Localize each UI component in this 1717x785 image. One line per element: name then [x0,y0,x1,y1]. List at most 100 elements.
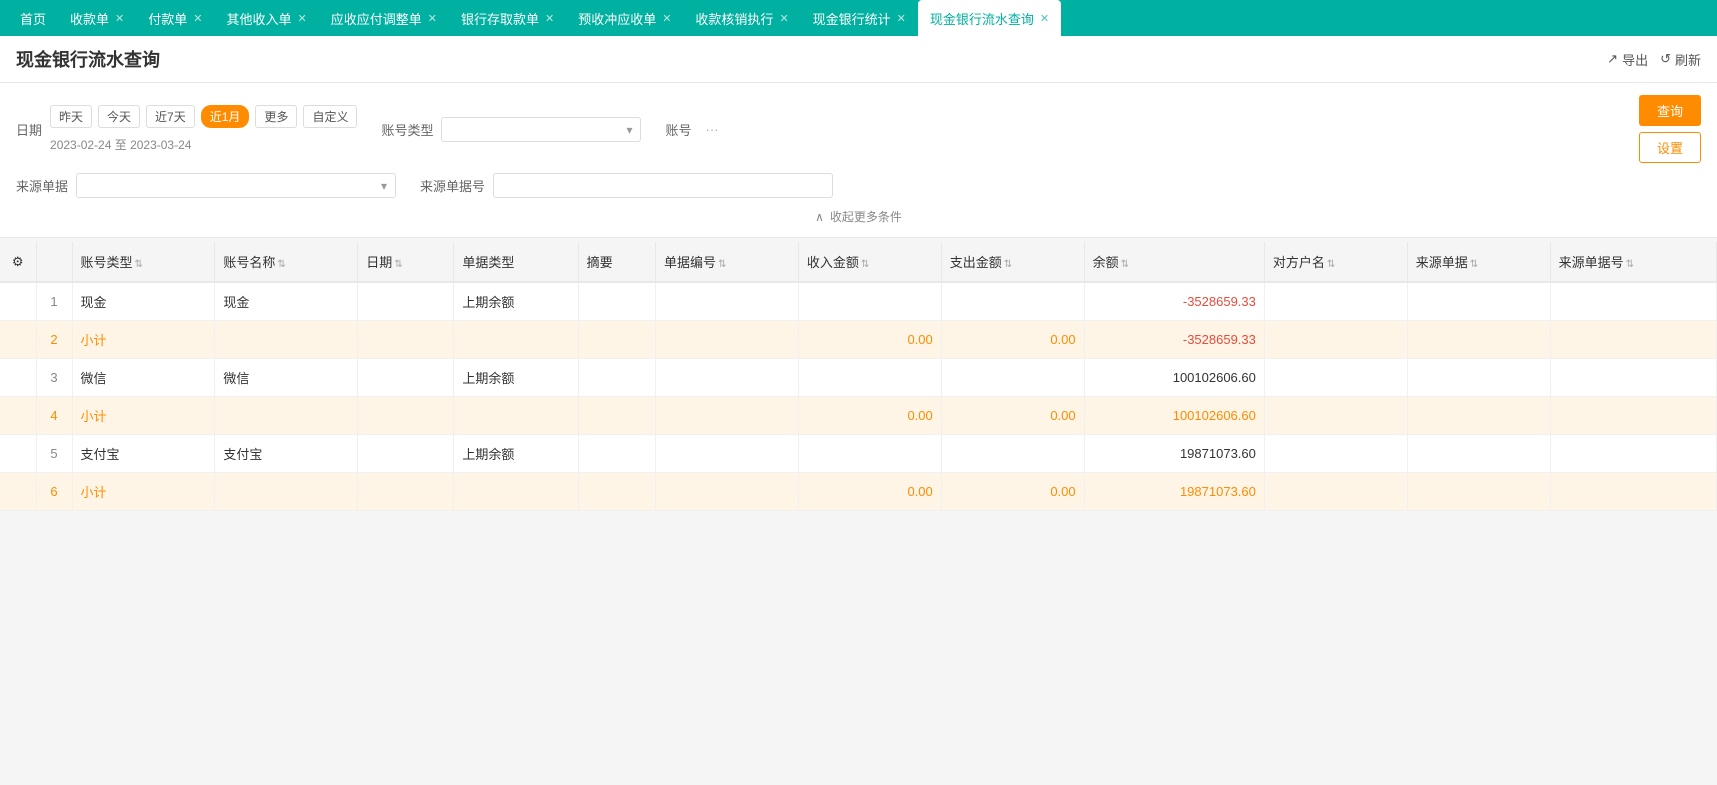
refresh-icon: ↺ [1660,51,1671,67]
close-icon[interactable]: ✕ [115,12,124,25]
sort-icon: ⇅ [861,259,869,270]
close-icon[interactable]: ✕ [298,12,307,25]
cell-doc_no [655,435,798,473]
nav-tab-预收冲应收单[interactable]: 预收冲应收单✕ [566,0,683,36]
col-header-income[interactable]: 收入金额⇅ [798,242,941,282]
col-header-date[interactable]: 日期⇅ [358,242,454,282]
col-header-doc_no[interactable]: 单据编号⇅ [655,242,798,282]
cell-income [798,359,941,397]
nav-tab-应收应付调整单[interactable]: 应收应付调整单✕ [319,0,449,36]
cell-date [358,321,454,359]
date-options: 昨天今天近7天近1月更多自定义 [50,105,357,128]
close-icon[interactable]: ✕ [428,12,437,25]
close-icon[interactable]: ✕ [545,12,554,25]
table-row: 6小计0.000.0019871073.60 [0,473,1717,511]
col-header-account_type[interactable]: 账号类型⇅ [72,242,215,282]
close-icon[interactable]: ✕ [897,12,906,25]
date-option-今天[interactable]: 今天 [98,105,140,128]
cell-date [358,359,454,397]
cell-counterpart [1264,359,1407,397]
cell-account_type: 现金 [72,282,215,321]
close-icon[interactable]: ✕ [1040,12,1049,25]
col-header-balance[interactable]: 余额⇅ [1084,242,1264,282]
col-header-source_doc[interactable]: 来源单据⇅ [1407,242,1550,282]
cell-doc_type [454,473,578,511]
collapse-button[interactable]: 收起更多条件 [815,208,902,225]
col-header-expense[interactable]: 支出金额⇅ [941,242,1084,282]
cell-gear [0,321,36,359]
cell-expense: 0.00 [941,321,1084,359]
data-table: ⚙账号类型⇅账号名称⇅日期⇅单据类型摘要单据编号⇅收入金额⇅支出金额⇅余额⇅对方… [0,242,1717,511]
close-icon[interactable]: ✕ [193,12,202,25]
cell-doc_type [454,321,578,359]
filter-row-2: 来源单据 来源单据号 [16,173,1701,198]
sort-icon: ⇅ [394,259,402,270]
cell-income: 0.00 [798,321,941,359]
cell-account_type: 小计 [72,473,215,511]
cell-expense [941,282,1084,321]
cell-doc_no [655,359,798,397]
cell-account_name: 现金 [215,282,358,321]
cell-balance: 100102606.60 [1084,359,1264,397]
cell-source_doc [1407,321,1550,359]
cell-counterpart [1264,397,1407,435]
cell-balance: -3528659.33 [1084,282,1264,321]
cell-account_name: 微信 [215,359,358,397]
cell-expense [941,435,1084,473]
cell-account_type: 微信 [72,359,215,397]
cell-date [358,397,454,435]
nav-tab-银行存取款单[interactable]: 银行存取款单✕ [449,0,566,36]
sort-icon: ⇅ [277,259,285,270]
cell-account_name [215,473,358,511]
nav-home[interactable]: 首页 [8,0,58,36]
export-icon: ↗ [1607,51,1618,67]
date-option-近1月[interactable]: 近1月 [201,105,250,128]
col-header-counterpart[interactable]: 对方户名⇅ [1264,242,1407,282]
cell-balance: -3528659.33 [1084,321,1264,359]
query-button[interactable]: 查询 [1639,95,1701,126]
date-option-近7天[interactable]: 近7天 [146,105,195,128]
nav-tab-现金银行统计[interactable]: 现金银行统计✕ [801,0,918,36]
sort-icon: ⇅ [135,259,143,270]
filter-row-1: 日期 昨天今天近7天近1月更多自定义 2023-02-24 至 2023-03-… [16,95,1701,163]
col-header-doc_type: 单据类型 [454,242,578,282]
nav-tab-付款单[interactable]: 付款单✕ [136,0,214,36]
date-option-昨天[interactable]: 昨天 [50,105,92,128]
settings-button[interactable]: 设置 [1639,132,1701,163]
col-header-source_doc_no[interactable]: 来源单据号⇅ [1550,242,1716,282]
right-controls: 查询 设置 [1639,95,1701,163]
table-row: 1现金现金上期余额-3528659.33 [0,282,1717,321]
nav-tab-现金银行流水查询[interactable]: 现金银行流水查询✕ [918,0,1061,36]
cell-summary [578,473,655,511]
source-doc-select[interactable] [76,173,396,198]
account-dots[interactable]: ··· [699,120,724,139]
export-button[interactable]: ↗ 导出 [1607,50,1648,69]
cell-num: 2 [36,321,72,359]
cell-balance: 19871073.60 [1084,473,1264,511]
source-doc-num-input[interactable] [493,173,833,198]
gear-icon[interactable]: ⚙ [12,254,24,269]
nav-tab-其他收入单[interactable]: 其他收入单✕ [214,0,318,36]
date-section: 昨天今天近7天近1月更多自定义 2023-02-24 至 2023-03-24 [50,105,357,153]
cell-account_name [215,397,358,435]
cell-source_doc_no [1550,282,1716,321]
chevron-down-icon [381,178,387,193]
date-option-更多[interactable]: 更多 [255,105,297,128]
cell-doc_type: 上期余额 [454,435,578,473]
cell-source_doc_no [1550,435,1716,473]
close-icon[interactable]: ✕ [779,12,788,25]
date-filter-item: 日期 昨天今天近7天近1月更多自定义 2023-02-24 至 2023-03-… [16,105,357,153]
cell-source_doc [1407,282,1550,321]
close-icon[interactable]: ✕ [662,12,671,25]
top-nav: 首页 收款单✕付款单✕其他收入单✕应收应付调整单✕银行存取款单✕预收冲应收单✕收… [0,0,1717,36]
refresh-button[interactable]: ↺ 刷新 [1660,50,1701,69]
cell-doc_no [655,321,798,359]
col-header-account_name[interactable]: 账号名称⇅ [215,242,358,282]
nav-tab-收款单[interactable]: 收款单✕ [58,0,136,36]
account-type-select[interactable] [441,117,641,142]
date-option-自定义[interactable]: 自定义 [303,105,357,128]
account-type-label: 账号类型 [381,120,433,139]
cell-num: 4 [36,397,72,435]
table-body: 1现金现金上期余额-3528659.332小计0.000.00-3528659.… [0,282,1717,511]
nav-tab-收款核销执行[interactable]: 收款核销执行✕ [683,0,800,36]
